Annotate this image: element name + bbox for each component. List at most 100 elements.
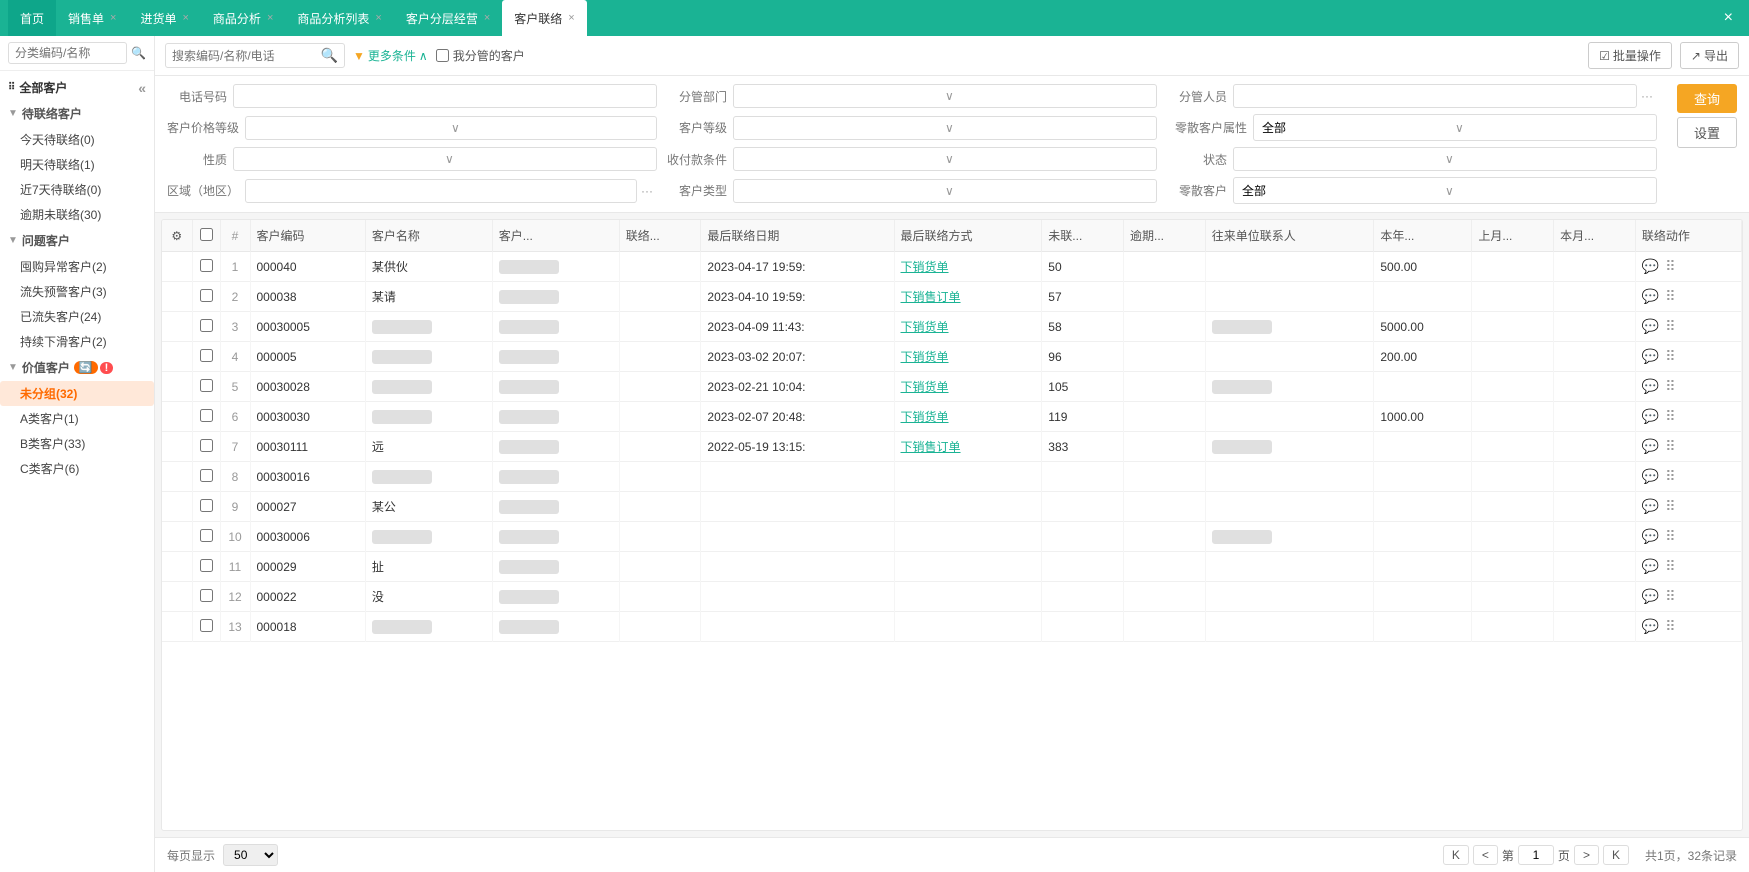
- chat-icon[interactable]: 💬: [1642, 438, 1659, 455]
- tab-customer-contact-close[interactable]: ×: [568, 12, 574, 24]
- chat-icon[interactable]: 💬: [1642, 258, 1659, 275]
- page-first-btn[interactable]: K: [1443, 845, 1469, 865]
- tab-sales[interactable]: 销售单 ×: [56, 0, 128, 36]
- region-input[interactable]: [245, 179, 637, 203]
- tab-home[interactable]: 首页: [8, 0, 56, 36]
- apps-icon[interactable]: ⠿: [1665, 558, 1675, 575]
- sidebar-item-unclassified[interactable]: 未分组(32): [0, 381, 154, 406]
- apps-icon[interactable]: ⠿: [1665, 528, 1675, 545]
- sidebar-item-class-a[interactable]: A类客户(1): [0, 406, 154, 431]
- manager-input[interactable]: [1233, 84, 1637, 108]
- status-select[interactable]: ∨: [1233, 147, 1657, 171]
- tab-customer-contact[interactable]: 客户联络 ×: [502, 0, 586, 36]
- sidebar-item-declining[interactable]: 持续下滑客户(2): [0, 329, 154, 354]
- tab-product-analysis-close[interactable]: ×: [267, 12, 273, 24]
- chat-icon[interactable]: 💬: [1642, 618, 1659, 635]
- page-last-btn[interactable]: K: [1603, 845, 1629, 865]
- export-button[interactable]: ↗ 导出: [1680, 42, 1739, 69]
- chat-icon[interactable]: 💬: [1642, 498, 1659, 515]
- row-checkbox[interactable]: [200, 469, 213, 482]
- phone-input[interactable]: [233, 84, 657, 108]
- page-next-btn[interactable]: >: [1574, 845, 1599, 865]
- query-button[interactable]: 查询: [1677, 84, 1737, 113]
- retail-customer-select[interactable]: 全部 ∨: [1233, 177, 1657, 204]
- nature-select[interactable]: ∨: [233, 147, 657, 171]
- contact-way-link[interactable]: 下销货单: [901, 380, 949, 394]
- row-checkbox[interactable]: [200, 589, 213, 602]
- sidebar-search-input[interactable]: [8, 42, 127, 64]
- chat-icon[interactable]: 💬: [1642, 348, 1659, 365]
- tab-purchase-close[interactable]: ×: [182, 12, 188, 24]
- search-icon[interactable]: 🔍: [321, 47, 338, 64]
- chat-icon[interactable]: 💬: [1642, 408, 1659, 425]
- apps-icon[interactable]: ⠿: [1665, 348, 1675, 365]
- apps-icon[interactable]: ⠿: [1665, 378, 1675, 395]
- row-checkbox[interactable]: [200, 409, 213, 422]
- sidebar-item-overdue-pending[interactable]: 逾期未联络(30): [0, 202, 154, 227]
- contact-way-link[interactable]: 下销货单: [901, 260, 949, 274]
- apps-icon[interactable]: ⠿: [1665, 288, 1675, 305]
- row-checkbox[interactable]: [200, 529, 213, 542]
- tab-product-analysis-list-close[interactable]: ×: [375, 12, 381, 24]
- sidebar-item-7days-pending[interactable]: 近7天待联络(0): [0, 177, 154, 202]
- chat-icon[interactable]: 💬: [1642, 318, 1659, 335]
- sidebar-item-tomorrow-pending[interactable]: 明天待联络(1): [0, 152, 154, 177]
- chat-icon[interactable]: 💬: [1642, 558, 1659, 575]
- apps-icon[interactable]: ⠿: [1665, 318, 1675, 335]
- manager-dots-btn[interactable]: ···: [1637, 89, 1657, 103]
- row-checkbox[interactable]: [200, 349, 213, 362]
- tab-product-analysis[interactable]: 商品分析 ×: [201, 0, 285, 36]
- tab-customer-segment-close[interactable]: ×: [484, 12, 490, 24]
- chat-icon[interactable]: 💬: [1642, 288, 1659, 305]
- more-conditions-btn[interactable]: ▼ 更多条件 ∧: [353, 47, 428, 64]
- search-input[interactable]: [172, 49, 321, 63]
- apps-icon[interactable]: ⠿: [1665, 438, 1675, 455]
- page-prev-btn[interactable]: <: [1473, 845, 1498, 865]
- customer-level-select[interactable]: ∨: [733, 116, 1157, 140]
- chat-icon[interactable]: 💬: [1642, 468, 1659, 485]
- sidebar-group-problem[interactable]: ▼ 问题客户: [0, 227, 154, 254]
- payment-select[interactable]: ∨: [733, 147, 1157, 171]
- chat-icon[interactable]: 💬: [1642, 528, 1659, 545]
- select-all-checkbox[interactable]: [200, 228, 213, 241]
- page-number-input[interactable]: [1518, 845, 1554, 865]
- apps-icon[interactable]: ⠿: [1665, 258, 1675, 275]
- apps-icon[interactable]: ⠿: [1665, 408, 1675, 425]
- chat-icon[interactable]: 💬: [1642, 588, 1659, 605]
- apps-icon[interactable]: ⠿: [1665, 468, 1675, 485]
- apps-icon[interactable]: ⠿: [1665, 618, 1675, 635]
- row-checkbox[interactable]: [200, 559, 213, 572]
- apps-icon[interactable]: ⠿: [1665, 498, 1675, 515]
- contact-way-link[interactable]: 下销售订单: [901, 290, 961, 304]
- sidebar-collapse-icon[interactable]: «: [138, 80, 146, 96]
- row-checkbox[interactable]: [200, 289, 213, 302]
- col-gear[interactable]: ⚙: [162, 220, 192, 252]
- reset-button[interactable]: 设置: [1677, 117, 1737, 148]
- contact-way-link[interactable]: 下销售订单: [901, 440, 961, 454]
- my-customers-checkbox[interactable]: [436, 49, 449, 62]
- row-checkbox[interactable]: [200, 319, 213, 332]
- tab-purchase[interactable]: 进货单 ×: [128, 0, 200, 36]
- sidebar-item-churn-warning[interactable]: 流失预警客户(3): [0, 279, 154, 304]
- page-size-select[interactable]: 50 20 100: [223, 844, 278, 866]
- chat-icon[interactable]: 💬: [1642, 378, 1659, 395]
- contact-way-link[interactable]: 下销货单: [901, 350, 949, 364]
- apps-icon[interactable]: ⠿: [1665, 588, 1675, 605]
- batch-ops-button[interactable]: ☑ 批量操作: [1588, 42, 1672, 69]
- retail-attr-select[interactable]: 全部 ∨: [1253, 114, 1657, 141]
- tab-product-analysis-list[interactable]: 商品分析列表 ×: [285, 0, 393, 36]
- sidebar-group-value[interactable]: ▼ 价值客户 🔄 !: [0, 354, 154, 381]
- row-checkbox[interactable]: [200, 499, 213, 512]
- row-checkbox[interactable]: [200, 259, 213, 272]
- contact-way-link[interactable]: 下销货单: [901, 320, 949, 334]
- sidebar-item-class-b[interactable]: B类客户(33): [0, 431, 154, 456]
- row-checkbox[interactable]: [200, 619, 213, 632]
- row-checkbox[interactable]: [200, 439, 213, 452]
- sidebar-item-today-pending[interactable]: 今天待联络(0): [0, 127, 154, 152]
- window-close-icon[interactable]: ×: [1716, 9, 1741, 27]
- tab-sales-close[interactable]: ×: [110, 12, 116, 24]
- tab-customer-segment[interactable]: 客户分层经营 ×: [394, 0, 502, 36]
- sidebar-search-icon[interactable]: 🔍: [131, 46, 146, 60]
- contact-way-link[interactable]: 下销货单: [901, 410, 949, 424]
- region-dots-btn[interactable]: ···: [637, 184, 657, 198]
